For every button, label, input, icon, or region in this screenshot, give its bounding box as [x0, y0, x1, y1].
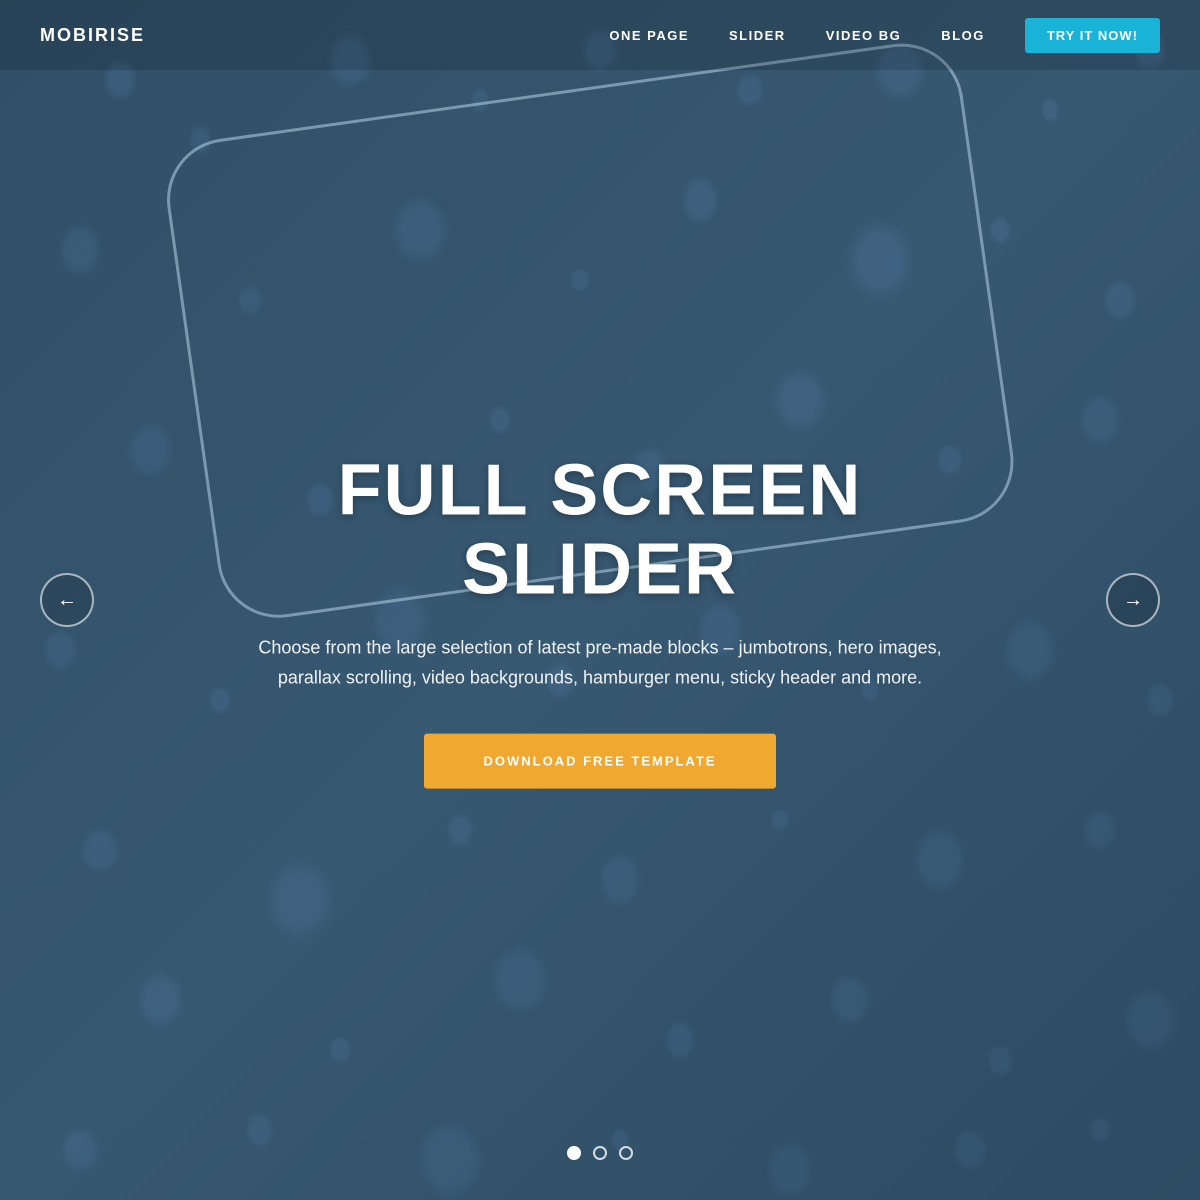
- slider-dots: [567, 1146, 633, 1160]
- hero-section: MOBIRISE ONE PAGE SLIDER VIDEO BG BLOG T…: [0, 0, 1200, 1200]
- navbar: MOBIRISE ONE PAGE SLIDER VIDEO BG BLOG T…: [0, 0, 1200, 70]
- nav-link-onepage[interactable]: ONE PAGE: [609, 28, 689, 43]
- navbar-brand: MOBIRISE: [40, 25, 145, 46]
- nav-link-videobg[interactable]: VIDEO BG: [826, 28, 902, 43]
- navbar-nav: ONE PAGE SLIDER VIDEO BG BLOG Try It Now…: [609, 18, 1160, 53]
- slider-dot-2[interactable]: [593, 1146, 607, 1160]
- slider-dot-3[interactable]: [619, 1146, 633, 1160]
- hero-subtitle: Choose from the large selection of lates…: [225, 634, 975, 693]
- arrow-left-icon: ←: [57, 589, 77, 612]
- hero-title: FULL SCREEN SLIDER: [225, 452, 975, 610]
- slider-prev-button[interactable]: ←: [40, 573, 94, 627]
- try-it-now-button[interactable]: Try It Now!: [1025, 18, 1160, 53]
- nav-link-slider[interactable]: SLIDER: [729, 28, 786, 43]
- hero-content: FULL SCREEN SLIDER Choose from the large…: [225, 452, 975, 789]
- slider-next-button[interactable]: →: [1106, 573, 1160, 627]
- nav-link-blog[interactable]: BLOG: [941, 28, 985, 43]
- arrow-right-icon: →: [1123, 589, 1143, 612]
- download-template-button[interactable]: DOWNLOAD FREE TEMPLATE: [424, 733, 777, 788]
- slider-dot-1[interactable]: [567, 1146, 581, 1160]
